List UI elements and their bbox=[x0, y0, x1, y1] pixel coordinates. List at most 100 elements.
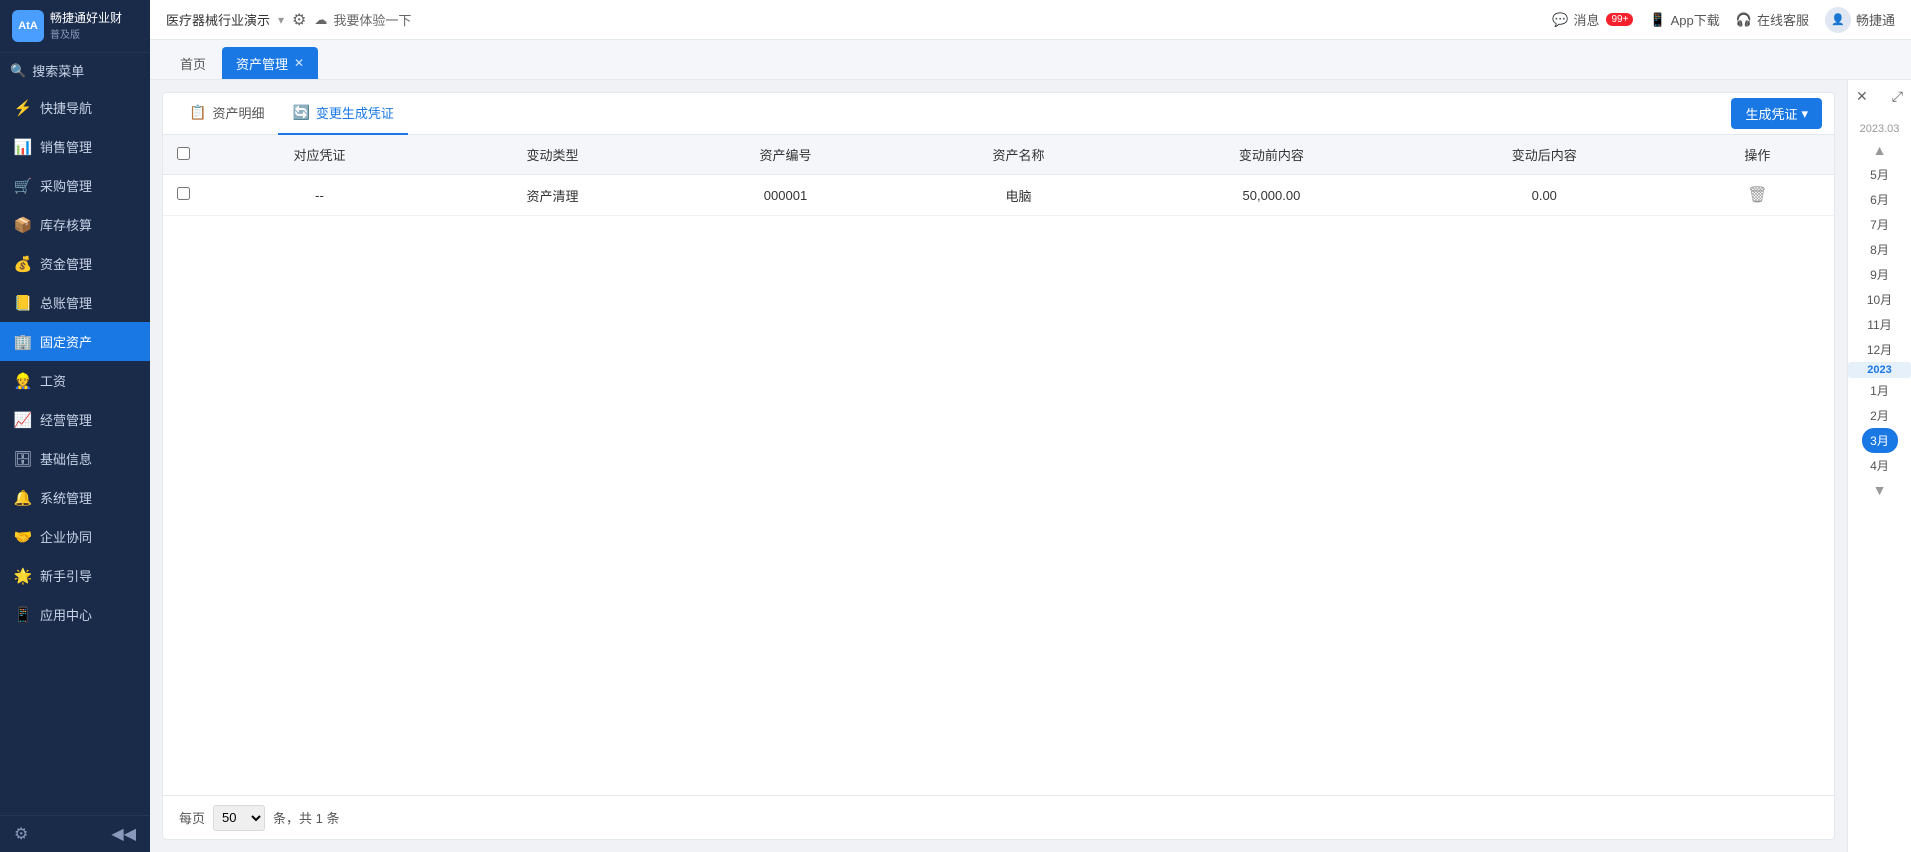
search-icon: 🔍 bbox=[10, 63, 26, 79]
sidebar-item-inventory[interactable]: 📦 库存核算 bbox=[0, 205, 150, 244]
online-service-icon: 🎧 bbox=[1736, 12, 1752, 28]
total-text: 条，共 1 条 bbox=[273, 808, 339, 827]
sidebar-bottom: ⚙ ◀◀ bbox=[0, 815, 150, 852]
timeline-month-12[interactable]: 12月 bbox=[1848, 337, 1911, 362]
collapse-sidebar-icon[interactable]: ◀◀ bbox=[111, 824, 136, 844]
sidebar-item-guide[interactable]: 🌟 新手引导 bbox=[0, 556, 150, 595]
messages-button[interactable]: 💬 消息 99+ bbox=[1552, 10, 1633, 29]
per-page-select[interactable]: 10 20 50 100 bbox=[213, 805, 265, 831]
main-content: 医疗器械行业演示 ▾ ⚙ ☁ 我要体验一下 💬 消息 99+ 📱 App下载 🎧… bbox=[150, 0, 1911, 852]
sidebar-item-app-center[interactable]: 📱 应用中心 bbox=[0, 595, 150, 634]
row-checkbox[interactable] bbox=[177, 187, 190, 200]
logo-name: 畅捷通好业财 bbox=[50, 11, 122, 27]
timeline-month-1[interactable]: 1月 bbox=[1848, 378, 1911, 403]
experience-button[interactable]: ☁ 我要体验一下 bbox=[314, 10, 411, 29]
app-download-icon: 📱 bbox=[1649, 12, 1665, 28]
timeline-month-9[interactable]: 9月 bbox=[1848, 262, 1911, 287]
settings-icon[interactable]: ⚙ bbox=[14, 824, 28, 844]
timeline-month-7[interactable]: 7月 bbox=[1848, 212, 1911, 237]
online-service-button[interactable]: 🎧 在线客服 bbox=[1736, 10, 1809, 29]
sidebar-item-basic-info[interactable]: 🗄 基础信息 bbox=[0, 439, 150, 478]
sidebar: AtA 畅捷通好业财 普及版 🔍 搜索菜单 ⚡ 快捷导航 📊 销售管理 🛒 采购… bbox=[0, 0, 150, 852]
sidebar-item-system[interactable]: 🔔 系统管理 bbox=[0, 478, 150, 517]
asset-panel: 📋 资产明细 🔄 变更生成凭证 生成凭证 ▾ bbox=[162, 92, 1835, 840]
header-checkbox-cell bbox=[163, 135, 203, 175]
messages-badge: 99+ bbox=[1606, 13, 1633, 26]
timeline-month-6[interactable]: 6月 bbox=[1848, 187, 1911, 212]
timeline-down-arrow[interactable]: ▼ bbox=[1869, 478, 1891, 502]
header-after-change: 变动后内容 bbox=[1408, 135, 1681, 175]
company-name: 医疗器械行业演示 bbox=[166, 10, 270, 29]
timeline-month-8[interactable]: 8月 bbox=[1848, 237, 1911, 262]
topbar-right: 💬 消息 99+ 📱 App下载 🎧 在线客服 👤 畅捷通 bbox=[1552, 7, 1895, 33]
sidebar-item-quick-nav[interactable]: ⚡ 快捷导航 bbox=[0, 88, 150, 127]
sidebar-item-sales[interactable]: 📊 销售管理 bbox=[0, 127, 150, 166]
page-content: 📋 资产明细 🔄 变更生成凭证 生成凭证 ▾ bbox=[150, 80, 1911, 852]
sidebar-item-ledger[interactable]: 📒 总账管理 bbox=[0, 283, 150, 322]
timeline-close-icon[interactable]: ✕ bbox=[1856, 88, 1868, 105]
delete-button[interactable]: 🗑 bbox=[1747, 187, 1767, 204]
change-voucher-icon: 🔄 bbox=[292, 104, 309, 121]
sidebar-item-label: 固定资产 bbox=[40, 332, 92, 351]
table-container: 对应凭证 变动类型 资产编号 资产名称 变动前内容 变动后内容 操作 bbox=[163, 135, 1834, 795]
generate-voucher-button[interactable]: 生成凭证 ▾ bbox=[1731, 98, 1822, 129]
asset-detail-icon: 📋 bbox=[189, 104, 206, 121]
app-download-label: App下载 bbox=[1671, 10, 1720, 29]
search-menu[interactable]: 🔍 搜索菜单 bbox=[0, 53, 150, 88]
row-operation: 🗑 bbox=[1681, 175, 1834, 216]
timeline-month-3[interactable]: 3月 bbox=[1862, 428, 1898, 453]
messages-label: 消息 bbox=[1573, 10, 1599, 29]
funds-icon: 💰 bbox=[14, 255, 32, 273]
header-voucher: 对应凭证 bbox=[203, 135, 436, 175]
timeline-month-11[interactable]: 11月 bbox=[1848, 312, 1911, 337]
fixed-assets-icon: 🏢 bbox=[14, 333, 32, 351]
timeline-month-10[interactable]: 10月 bbox=[1848, 287, 1911, 312]
sidebar-item-label: 基础信息 bbox=[40, 449, 92, 468]
app-download-button[interactable]: 📱 App下载 bbox=[1649, 10, 1719, 29]
logo-icon: AtA bbox=[12, 10, 44, 42]
search-menu-label: 搜索菜单 bbox=[32, 61, 84, 80]
timeline-year-label: 2023.03 bbox=[1848, 120, 1911, 138]
sales-icon: 📊 bbox=[14, 138, 32, 156]
tab-home[interactable]: 首页 bbox=[166, 47, 220, 79]
row-after-change: 0.00 bbox=[1408, 175, 1681, 216]
cooperation-icon: 🤝 bbox=[14, 528, 32, 546]
sidebar-item-purchase[interactable]: 🛒 采购管理 bbox=[0, 166, 150, 205]
sidebar-item-funds[interactable]: 💰 资金管理 bbox=[0, 244, 150, 283]
sidebar-item-label: 企业协同 bbox=[40, 527, 92, 546]
tab-asset-detail[interactable]: 📋 资产明细 bbox=[175, 93, 278, 135]
sidebar-item-cooperation[interactable]: 🤝 企业协同 bbox=[0, 517, 150, 556]
company-settings-icon[interactable]: ⚙ bbox=[292, 10, 306, 30]
sidebar-item-payroll[interactable]: 👷 工资 bbox=[0, 361, 150, 400]
timeline-month-2[interactable]: 2月 bbox=[1848, 403, 1911, 428]
guide-icon: 🌟 bbox=[14, 567, 32, 585]
experience-icon: ☁ bbox=[314, 12, 327, 28]
header-asset-code: 资产编号 bbox=[669, 135, 902, 175]
sidebar-item-fixed-assets[interactable]: 🏢 固定资产 bbox=[0, 322, 150, 361]
tab-asset-detail-label: 资产明细 bbox=[212, 103, 264, 122]
tab-asset-management[interactable]: 资产管理 ✕ bbox=[222, 47, 318, 79]
select-all-checkbox[interactable] bbox=[177, 147, 190, 160]
logo-info: 畅捷通好业财 普及版 bbox=[50, 11, 122, 42]
header-operation: 操作 bbox=[1681, 135, 1834, 175]
timeline-month-4[interactable]: 4月 bbox=[1848, 453, 1911, 478]
sidebar-item-operations[interactable]: 📈 经营管理 bbox=[0, 400, 150, 439]
timeline-expand-icon[interactable]: ⤢ bbox=[1892, 88, 1903, 105]
row-asset-name: 电脑 bbox=[902, 175, 1135, 216]
row-before-change: 50,000.00 bbox=[1135, 175, 1408, 216]
generate-voucher-label: 生成凭证 bbox=[1745, 104, 1797, 123]
username: 畅捷通 bbox=[1856, 10, 1895, 29]
inventory-icon: 📦 bbox=[14, 216, 32, 234]
sidebar-item-label: 库存核算 bbox=[40, 215, 92, 234]
tab-close-icon[interactable]: ✕ bbox=[294, 56, 304, 70]
tabbar: 首页 资产管理 ✕ bbox=[150, 40, 1911, 80]
timeline-up-arrow[interactable]: ▲ bbox=[1869, 138, 1891, 162]
tab-change-voucher[interactable]: 🔄 变更生成凭证 bbox=[278, 93, 407, 135]
user-menu[interactable]: 👤 畅捷通 bbox=[1825, 7, 1895, 33]
company-dropdown-icon[interactable]: ▾ bbox=[278, 13, 284, 27]
logo-icon-text: AtA bbox=[18, 20, 38, 32]
tab-change-voucher-label: 变更生成凭证 bbox=[316, 103, 394, 122]
sidebar-item-label: 系统管理 bbox=[40, 488, 92, 507]
sidebar-item-label: 应用中心 bbox=[40, 605, 92, 624]
timeline-month-5[interactable]: 5月 bbox=[1848, 162, 1911, 187]
